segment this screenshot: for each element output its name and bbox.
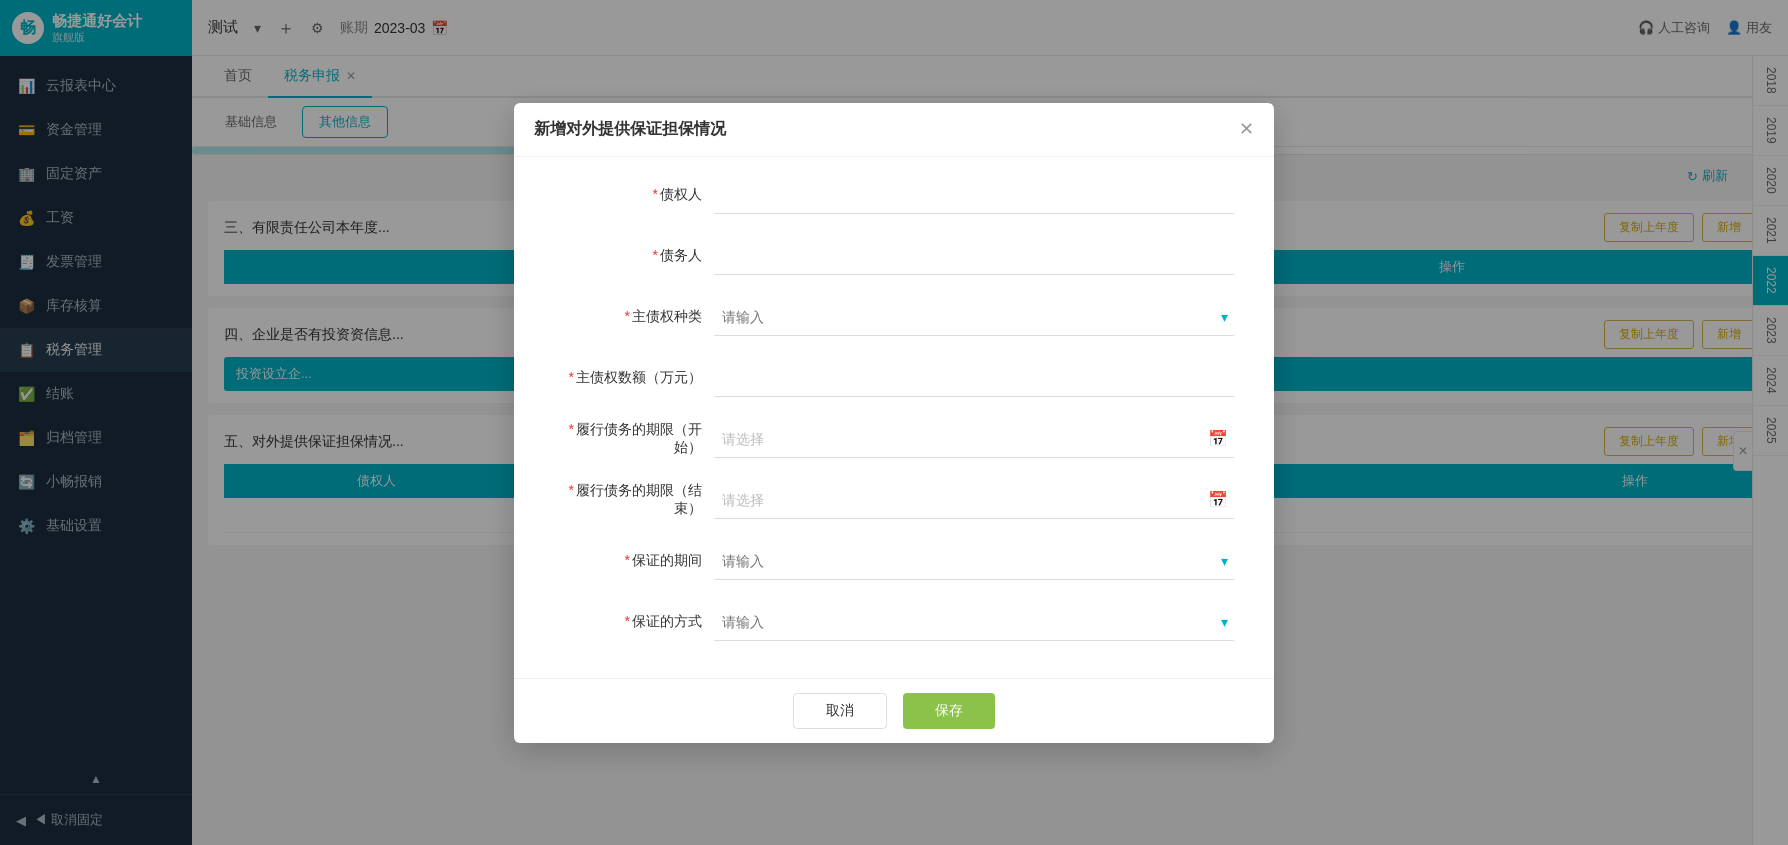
modal-dialog: 新增对外提供保证担保情况 ✕ *债权人 *债务人 *主债权种类 xyxy=(514,103,1274,743)
form-field-duty-end: *履行债务的期限（结束） 📅 xyxy=(554,482,1234,519)
select-wrap-claim-type: ▾ xyxy=(714,299,1234,336)
chevron-down-icon[interactable]: ▾ xyxy=(1215,553,1234,569)
chevron-down-icon[interactable]: ▾ xyxy=(1215,309,1234,325)
input-wrap-creditor xyxy=(714,177,1234,214)
input-wrap-claim-amount xyxy=(714,360,1234,397)
modal-header: 新增对外提供保证担保情况 ✕ xyxy=(514,103,1274,157)
select-input-claim-type[interactable] xyxy=(714,299,1215,335)
calendar-icon[interactable]: 📅 xyxy=(1202,490,1234,509)
date-input-duty-end[interactable] xyxy=(714,482,1202,518)
text-input-creditor[interactable] xyxy=(714,177,1234,213)
field-label-duty-start: *履行债务的期限（开始） xyxy=(554,421,714,457)
modal-title: 新增对外提供保证担保情况 xyxy=(534,119,726,140)
required-star: * xyxy=(569,421,574,437)
required-star: * xyxy=(625,613,630,629)
text-input-debtor[interactable] xyxy=(714,238,1234,274)
cancel-button[interactable]: 取消 xyxy=(793,693,887,729)
date-input-duty-start[interactable] xyxy=(714,421,1202,457)
field-label-claim-type: *主债权种类 xyxy=(554,308,714,326)
form-field-guarantee-period: *保证的期间 ▾ xyxy=(554,543,1234,580)
modal-footer: 取消 保存 xyxy=(514,678,1274,743)
field-label-duty-end: *履行债务的期限（结束） xyxy=(554,482,714,518)
input-wrap-debtor xyxy=(714,238,1234,275)
select-wrap-guarantee-period: ▾ xyxy=(714,543,1234,580)
select-input-guarantee-method[interactable] xyxy=(714,604,1215,640)
required-star: * xyxy=(625,552,630,568)
required-star: * xyxy=(653,186,658,202)
form-field-guarantee-method: *保证的方式 ▾ xyxy=(554,604,1234,641)
modal-close-button[interactable]: ✕ xyxy=(1239,120,1254,138)
field-label-guarantee-method: *保证的方式 xyxy=(554,613,714,631)
field-label-creditor: *债权人 xyxy=(554,186,714,204)
form-field-creditor: *债权人 xyxy=(554,177,1234,214)
select-wrap-guarantee-method: ▾ xyxy=(714,604,1234,641)
modal-body: *债权人 *债务人 *主债权种类 ▾ *主债权数额（万元） xyxy=(514,157,1274,678)
field-label-claim-amount: *主债权数额（万元） xyxy=(554,369,714,387)
chevron-down-icon[interactable]: ▾ xyxy=(1215,614,1234,630)
date-wrap-duty-start: 📅 xyxy=(714,421,1234,458)
form-field-debtor: *债务人 xyxy=(554,238,1234,275)
form-field-claim-amount: *主债权数额（万元） xyxy=(554,360,1234,397)
required-star: * xyxy=(569,369,574,385)
select-input-guarantee-period[interactable] xyxy=(714,543,1215,579)
required-star: * xyxy=(653,247,658,263)
form-field-duty-start: *履行债务的期限（开始） 📅 xyxy=(554,421,1234,458)
field-label-guarantee-period: *保证的期间 xyxy=(554,552,714,570)
calendar-icon[interactable]: 📅 xyxy=(1202,429,1234,448)
field-label-debtor: *债务人 xyxy=(554,247,714,265)
required-star: * xyxy=(569,482,574,498)
save-button[interactable]: 保存 xyxy=(903,693,995,729)
text-input-claim-amount[interactable] xyxy=(714,360,1234,396)
required-star: * xyxy=(625,308,630,324)
form-field-claim-type: *主债权种类 ▾ xyxy=(554,299,1234,336)
modal-overlay: 新增对外提供保证担保情况 ✕ *债权人 *债务人 *主债权种类 xyxy=(0,0,1788,845)
date-wrap-duty-end: 📅 xyxy=(714,482,1234,519)
